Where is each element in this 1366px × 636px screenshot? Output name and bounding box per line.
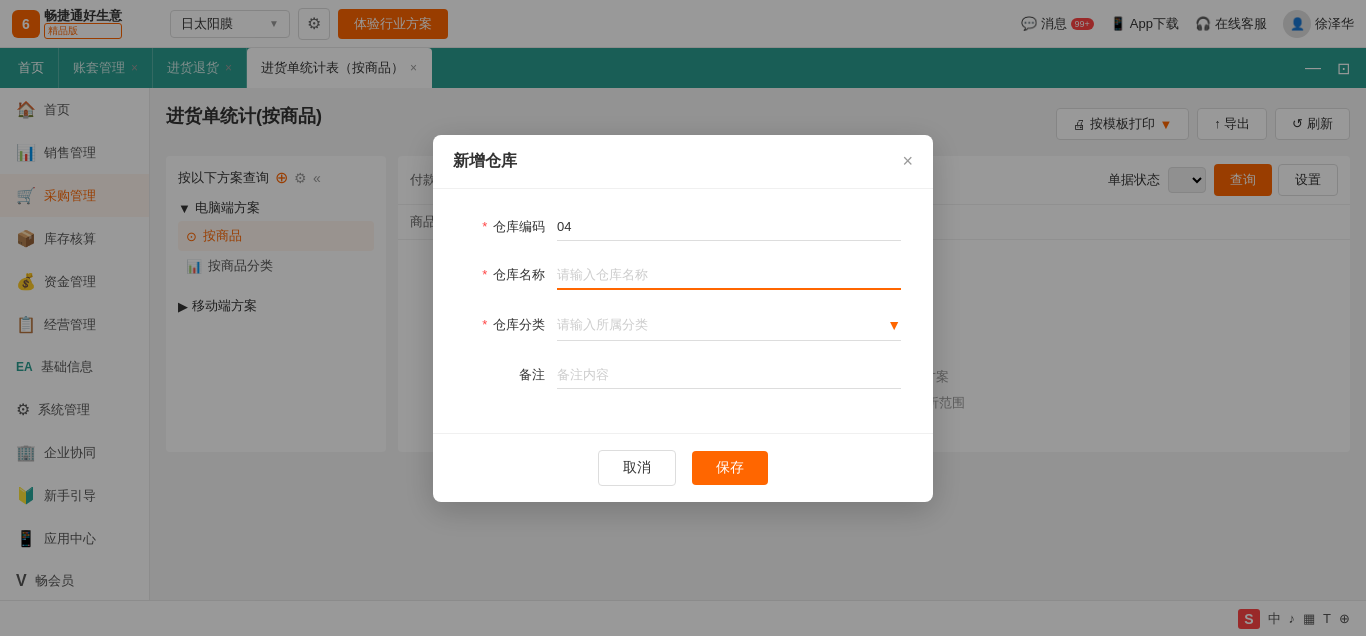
code-input[interactable] [557, 213, 901, 241]
category-select-container[interactable]: 请输入所属分类 ▼ [557, 310, 901, 341]
cancel-button[interactable]: 取消 [598, 450, 676, 486]
remark-label: 备注 [465, 366, 545, 384]
remark-label-text: 备注 [519, 367, 545, 382]
code-label: * 仓库编码 [465, 218, 545, 236]
modal-body: * 仓库编码 * 仓库名称 * 仓库分类 请输入所属 [433, 189, 933, 433]
code-required: * [482, 219, 487, 234]
form-row-category: * 仓库分类 请输入所属分类 ▼ [465, 310, 901, 341]
category-label: * 仓库分类 [465, 316, 545, 334]
modal-title: 新增仓库 [453, 151, 517, 172]
modal-footer: 取消 保存 [433, 433, 933, 502]
form-row-remark: 备注 [465, 361, 901, 389]
category-label-text: 仓库分类 [493, 317, 545, 332]
name-required: * [482, 267, 487, 282]
category-placeholder: 请输入所属分类 [557, 316, 887, 334]
modal-close-button[interactable]: × [902, 151, 913, 172]
name-input[interactable] [557, 261, 901, 290]
category-required: * [482, 317, 487, 332]
form-row-code: * 仓库编码 [465, 213, 901, 241]
remark-input[interactable] [557, 361, 901, 389]
form-row-name: * 仓库名称 [465, 261, 901, 290]
code-label-text: 仓库编码 [493, 219, 545, 234]
modal-overlay: 新增仓库 × * 仓库编码 * 仓库名称 [0, 0, 1366, 636]
category-dropdown-arrow: ▼ [887, 317, 901, 333]
save-button[interactable]: 保存 [692, 451, 768, 485]
new-warehouse-modal: 新增仓库 × * 仓库编码 * 仓库名称 [433, 135, 933, 502]
name-label: * 仓库名称 [465, 266, 545, 284]
name-label-text: 仓库名称 [493, 267, 545, 282]
modal-header: 新增仓库 × [433, 135, 933, 189]
